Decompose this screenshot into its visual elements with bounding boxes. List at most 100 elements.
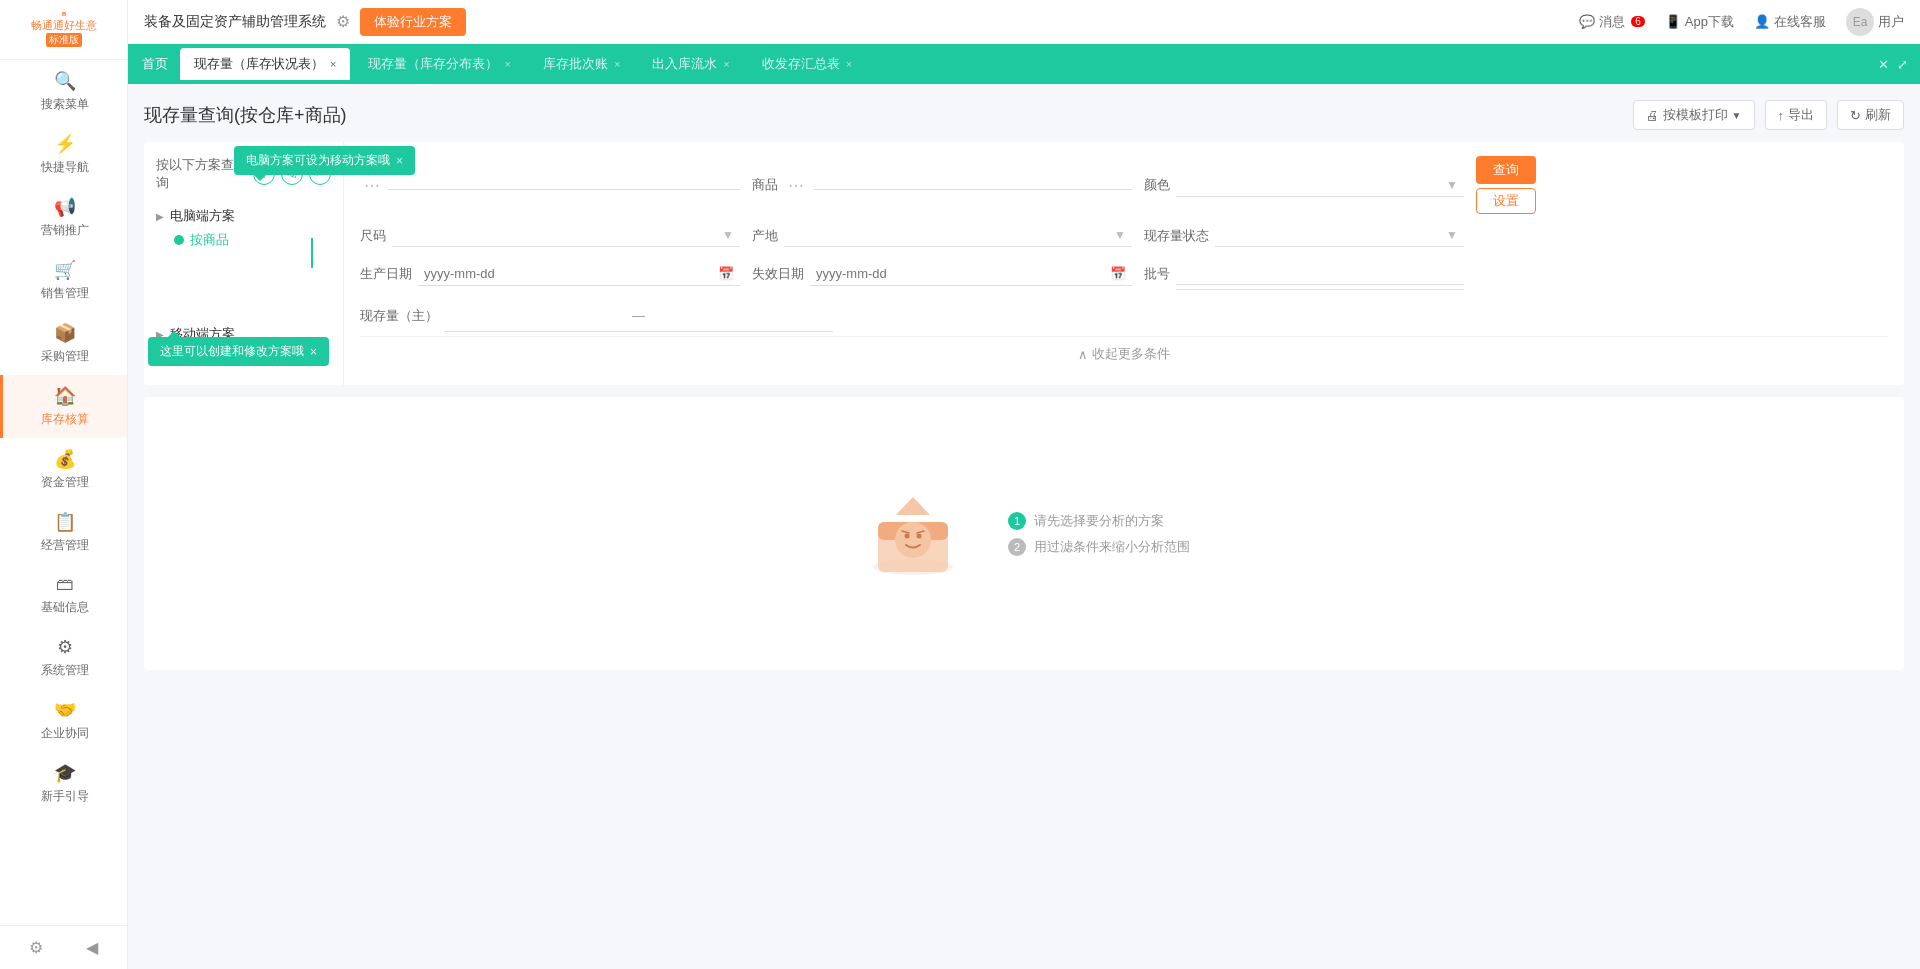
tab-close-icon[interactable]: ×	[723, 58, 729, 70]
app-logo-icon: 畅	[46, 12, 82, 16]
by-goods-label: 按商品	[190, 231, 229, 249]
settings-button[interactable]: 设置	[1476, 188, 1536, 214]
sidebar-item-inventory[interactable]: 🏠 库存核算	[0, 375, 127, 438]
header-cta-button[interactable]: 体验行业方案	[360, 8, 466, 36]
tab-inventory-status[interactable]: 现存量（库存状况表） ×	[180, 48, 350, 80]
query-button[interactable]: 查询	[1476, 156, 1536, 184]
production-date-calendar-icon[interactable]: 📅	[718, 266, 734, 281]
content-area: 1 请先选择要分析的方案 2 用过滤条件来缩小分析范围	[144, 397, 1904, 670]
tab-close-icon[interactable]: ×	[614, 58, 620, 70]
marketing-nav-icon: 📢	[54, 196, 76, 218]
sidebar-settings-button[interactable]: ⚙	[29, 938, 43, 957]
header-gear-icon[interactable]: ⚙	[336, 12, 350, 31]
tooltip1-close[interactable]: ×	[396, 154, 403, 168]
inventory-status-label: 现存量状态	[1144, 227, 1209, 245]
production-date-input[interactable]	[424, 266, 718, 281]
empty-step-1: 1 请先选择要分析的方案	[1008, 512, 1190, 530]
goods-cell: 商品 ⋯	[752, 176, 1132, 195]
finance-nav-icon: 💰	[54, 448, 76, 470]
svg-point-6	[905, 534, 910, 539]
header-app-download[interactable]: 📱 App下载	[1665, 13, 1734, 31]
tab-batch-account[interactable]: 库存批次账 ×	[529, 48, 634, 80]
empty-state: 1 请先选择要分析的方案 2 用过滤条件来缩小分析范围	[144, 397, 1904, 670]
tabs-close-all-icon[interactable]: ✕	[1878, 57, 1889, 72]
sidebar-item-marketing[interactable]: 📢 营销推广	[0, 186, 127, 249]
tab-home[interactable]: 首页	[132, 55, 178, 73]
sidebar-item-purchase[interactable]: 📦 采购管理	[0, 312, 127, 375]
notifications-label: 消息	[1599, 13, 1625, 31]
batch-no-input-wrap	[1176, 257, 1464, 290]
tooltip2-close[interactable]: ×	[310, 345, 317, 359]
tab-close-icon[interactable]: ×	[330, 58, 336, 70]
batch-no-input[interactable]	[1176, 261, 1464, 285]
inventory-status-select[interactable]: ▼	[1215, 224, 1464, 247]
range-separator: —	[632, 308, 645, 323]
print-template-button[interactable]: 🖨 按模板打印 ▼	[1633, 100, 1755, 130]
sidebar-item-operations[interactable]: 📋 经营管理	[0, 501, 127, 564]
sidebar-item-quick[interactable]: ⚡ 快捷导航	[0, 123, 127, 186]
inventory-max-input[interactable]	[653, 304, 833, 327]
size-dropdown-icon: ▼	[722, 228, 734, 242]
svg-marker-10	[896, 497, 930, 515]
tabs-maximize-icon[interactable]: ⤢	[1897, 57, 1908, 72]
empty-illustration-wrap	[858, 477, 968, 590]
sidebar-item-search[interactable]: 🔍 搜索菜单	[0, 60, 127, 123]
tab-label: 收发存汇总表	[762, 55, 840, 73]
sidebar-item-label: 搜索菜单	[41, 96, 89, 113]
inventory-min-input[interactable]	[444, 304, 624, 327]
tab-inout-flow[interactable]: 出入库流水 ×	[638, 48, 743, 80]
expand-arrow-icon: ▶	[156, 211, 164, 222]
sidebar-item-sales[interactable]: 🛒 销售管理	[0, 249, 127, 312]
support-icon: 👤	[1754, 14, 1770, 29]
size-select[interactable]: ▼	[392, 224, 740, 247]
tab-collect-summary[interactable]: 收发存汇总表 ×	[748, 48, 866, 80]
refresh-button[interactable]: ↻ 刷新	[1837, 100, 1904, 130]
collapse-more-button[interactable]: ∧ 收起更多条件	[360, 336, 1888, 371]
print-template-label: 按模板打印	[1663, 106, 1728, 124]
svg-point-5	[895, 522, 931, 558]
user-label: 用户	[1878, 13, 1904, 31]
export-label: 导出	[1788, 106, 1814, 124]
header-online-support[interactable]: 👤 在线客服	[1754, 13, 1826, 31]
tab-close-icon[interactable]: ×	[846, 58, 852, 70]
scheme-desktop[interactable]: ▶ 电脑端方案	[156, 204, 331, 228]
inv-status-dropdown-icon: ▼	[1446, 228, 1458, 242]
header-notifications[interactable]: 💬 消息 6	[1579, 13, 1645, 31]
scheme-by-goods[interactable]: 按商品	[174, 228, 331, 252]
warehouse-cell: ⋯	[360, 176, 740, 195]
phone-icon: 📱	[1665, 14, 1681, 29]
tab-close-icon[interactable]: ×	[504, 58, 510, 70]
filter-fields: ⋯ 商品 ⋯ 颜色 ▼	[344, 142, 1904, 385]
filter-panel: 按以下方案查询 + ✎ ← 电脑方案可设为移动方案哦 ×	[144, 142, 1904, 385]
basic-nav-icon: 🗃	[56, 574, 74, 595]
goods-dots[interactable]: ⋯	[784, 176, 808, 195]
logo-sub-tag: 标准版	[46, 33, 82, 47]
warehouse-dots[interactable]: ⋯	[360, 176, 384, 195]
sidebar-item-label: 经营管理	[41, 537, 89, 554]
origin-select[interactable]: ▼	[784, 224, 1132, 247]
sidebar-item-label: 库存核算	[41, 411, 89, 428]
tab-label: 现存量（库存分布表）	[368, 55, 498, 73]
color-select[interactable]: ▼	[1176, 174, 1464, 197]
tooltip-desktop-scheme: 电脑方案可设为移动方案哦 ×	[234, 146, 415, 175]
expiry-date-input[interactable]	[816, 266, 1110, 281]
header-user[interactable]: Ea 用户	[1846, 8, 1904, 36]
export-button[interactable]: ↑ 导出	[1765, 100, 1828, 130]
sidebar-item-finance[interactable]: 💰 资金管理	[0, 438, 127, 501]
sidebar-item-label: 采购管理	[41, 348, 89, 365]
goods-label: 商品	[752, 176, 778, 194]
sidebar-item-system[interactable]: ⚙ 系统管理	[0, 626, 127, 689]
inventory-status-cell: 现存量状态 ▼	[1144, 224, 1464, 247]
sidebar-item-enterprise[interactable]: 🤝 企业协同	[0, 689, 127, 752]
expiry-date-calendar-icon[interactable]: 📅	[1110, 266, 1126, 281]
tab-inventory-dist[interactable]: 现存量（库存分布表） ×	[354, 48, 524, 80]
filter-row-2: 尺码 ▼ 产地 ▼ 现存量状态	[360, 224, 1888, 247]
sidebar-collapse-button[interactable]: ◀	[86, 938, 98, 957]
sidebar-item-basic[interactable]: 🗃 基础信息	[0, 564, 127, 626]
refresh-label: 刷新	[1865, 106, 1891, 124]
sidebar-item-guide[interactable]: 🎓 新手引导	[0, 752, 127, 815]
empty-step-2: 2 用过滤条件来缩小分析范围	[1008, 538, 1190, 556]
production-date-input-wrap: 📅	[418, 262, 740, 286]
system-nav-icon: ⚙	[57, 636, 73, 658]
tab-label: 出入库流水	[652, 55, 717, 73]
